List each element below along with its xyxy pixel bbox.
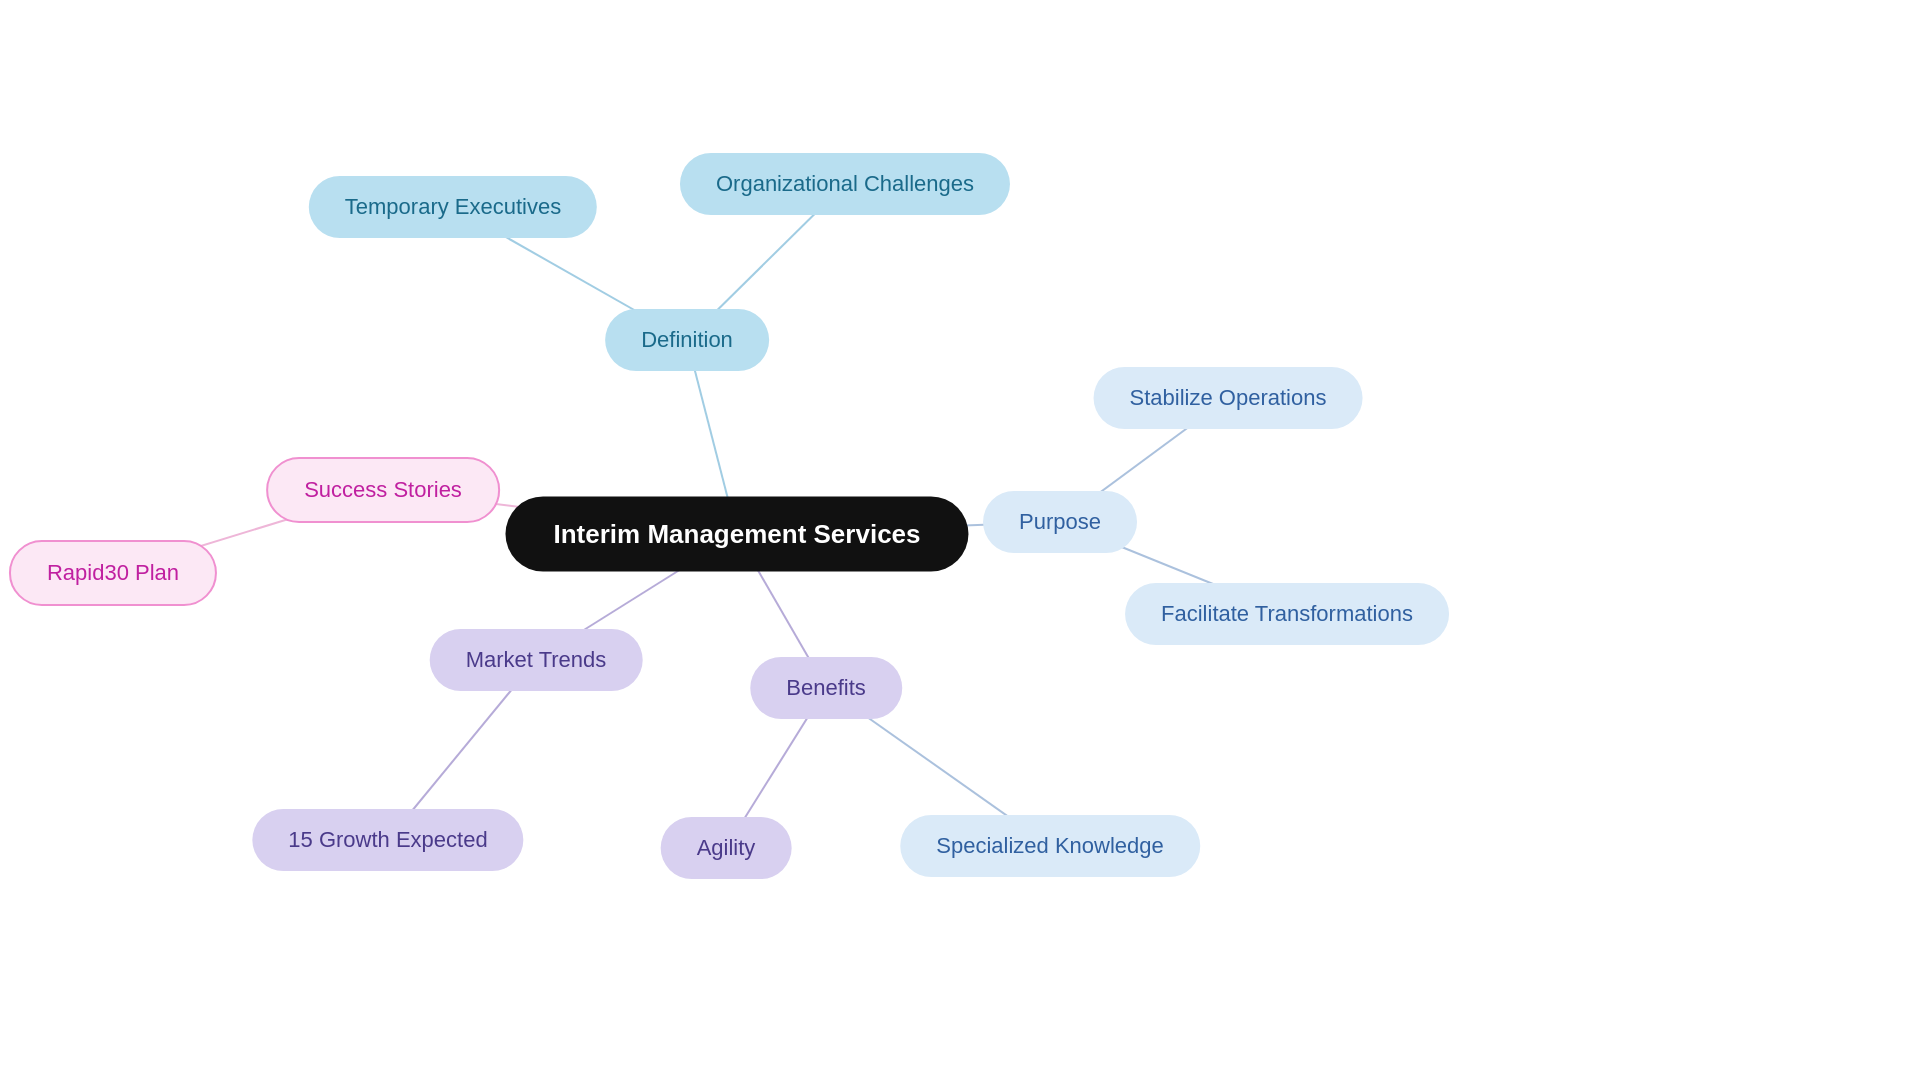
center-node[interactable]: Interim Management Services: [505, 497, 968, 572]
market-trends-node[interactable]: Market Trends: [430, 629, 643, 691]
stabilize-operations-node[interactable]: Stabilize Operations: [1094, 367, 1363, 429]
organizational-challenges-node[interactable]: Organizational Challenges: [680, 153, 1010, 215]
specialized-knowledge-node[interactable]: Specialized Knowledge: [900, 815, 1200, 877]
growth-expected-node[interactable]: 15 Growth Expected: [252, 809, 523, 871]
agility-node[interactable]: Agility: [661, 817, 792, 879]
benefits-node[interactable]: Benefits: [750, 657, 902, 719]
facilitate-transformations-node[interactable]: Facilitate Transformations: [1125, 583, 1449, 645]
definition-node[interactable]: Definition: [605, 309, 769, 371]
rapid30-plan-node[interactable]: Rapid30 Plan: [9, 540, 217, 606]
purpose-node[interactable]: Purpose: [983, 491, 1137, 553]
temporary-executives-node[interactable]: Temporary Executives: [309, 176, 597, 238]
success-stories-node[interactable]: Success Stories: [266, 457, 500, 523]
